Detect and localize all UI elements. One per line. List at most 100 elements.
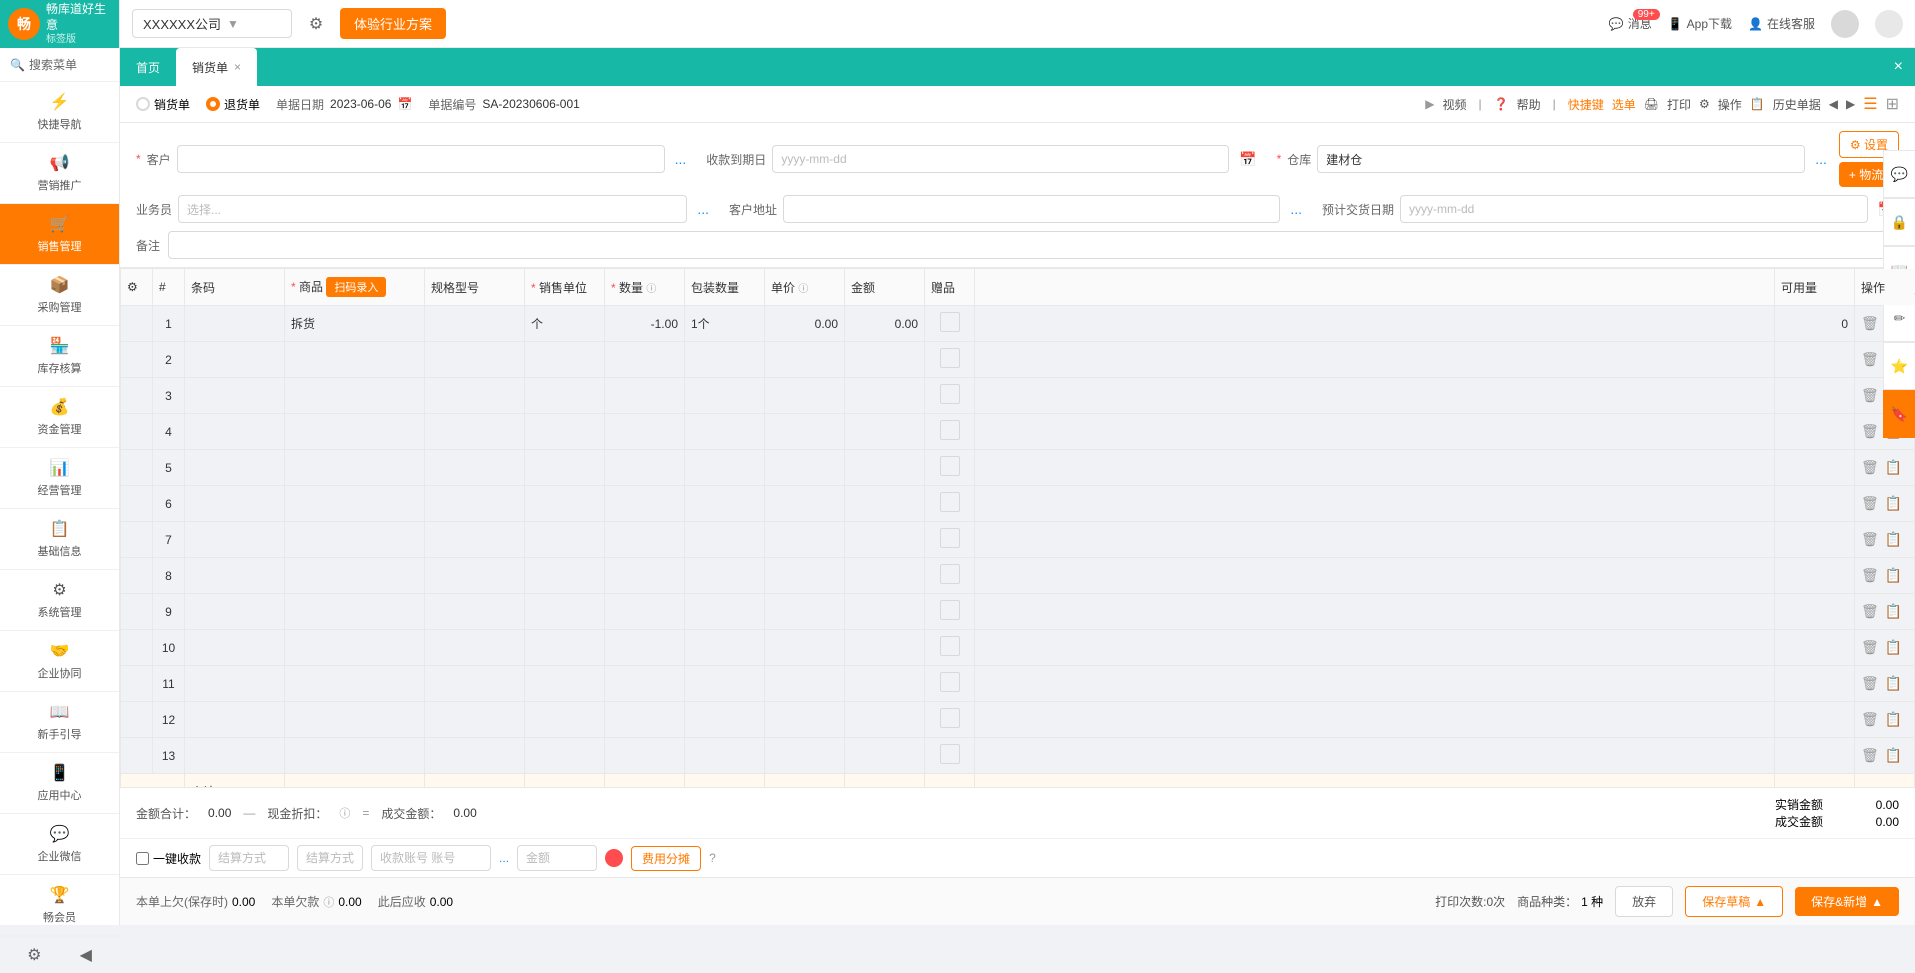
row-barcode-6[interactable] <box>185 522 285 558</box>
row-pkg-qty-9[interactable] <box>685 630 765 666</box>
salesperson-input[interactable]: 选择... <box>178 195 687 223</box>
row-product-1[interactable] <box>285 342 425 378</box>
row-barcode-10[interactable] <box>185 666 285 702</box>
salesperson-dots[interactable]: ... <box>693 201 713 217</box>
row-product-7[interactable] <box>285 558 425 594</box>
row-product-8[interactable] <box>285 594 425 630</box>
row-pkg-qty-7[interactable] <box>685 558 765 594</box>
row-spec-5[interactable] <box>425 486 525 522</box>
row-gift-11[interactable] <box>925 702 975 738</box>
gift-checkbox-11[interactable] <box>940 708 960 728</box>
row-barcode-3[interactable] <box>185 414 285 450</box>
row-gift-10[interactable] <box>925 666 975 702</box>
one-click-checkbox[interactable] <box>136 852 149 865</box>
row-barcode-7[interactable] <box>185 558 285 594</box>
payment-date-input[interactable]: yyyy-mm-dd <box>772 145 1229 173</box>
row-barcode-1[interactable] <box>185 342 285 378</box>
payment-date-calendar-icon[interactable]: 📅 <box>1235 151 1260 168</box>
gift-checkbox-8[interactable] <box>940 600 960 620</box>
sidebar-item-collab[interactable]: 🤝企业协同 <box>0 631 119 692</box>
prev-icon[interactable]: ◀ <box>1829 97 1838 111</box>
gift-checkbox-6[interactable] <box>940 528 960 548</box>
row-price-7[interactable] <box>765 558 845 594</box>
float-btn-5[interactable]: ⭐ <box>1883 342 1915 390</box>
copy-icon-11[interactable]: 📋 <box>1885 711 1902 728</box>
float-btn-1[interactable]: 💬 <box>1883 150 1915 198</box>
row-qty-8[interactable] <box>605 594 685 630</box>
sidebar-item-system[interactable]: ⚙系统管理 <box>0 570 119 631</box>
row-gift-0[interactable] <box>925 306 975 342</box>
app-download-button[interactable]: 📱 App下载 <box>1668 15 1732 32</box>
collapse-icon[interactable]: ◀ <box>80 945 92 965</box>
row-unit-12[interactable] <box>525 738 605 774</box>
sidebar-item-wechat[interactable]: 💬企业微信 <box>0 814 119 875</box>
row-unit-10[interactable] <box>525 666 605 702</box>
float-btn-2[interactable]: 🔒 <box>1883 198 1915 246</box>
row-barcode-12[interactable] <box>185 738 285 774</box>
sidebar-item-sales[interactable]: 🛒销售管理 <box>0 204 119 265</box>
delete-icon-11[interactable]: 🗑 <box>1861 711 1879 728</box>
delete-icon-10[interactable]: 🗑 <box>1861 675 1879 692</box>
avatar[interactable] <box>1831 10 1859 38</box>
gift-checkbox-0[interactable] <box>940 312 960 332</box>
row-product-2[interactable] <box>285 378 425 414</box>
row-spec-2[interactable] <box>425 378 525 414</box>
shortcut-btn[interactable]: 快捷键 <box>1568 96 1604 113</box>
row-price-6[interactable] <box>765 522 845 558</box>
row-barcode-8[interactable] <box>185 594 285 630</box>
row-price-12[interactable] <box>765 738 845 774</box>
payment-method-select[interactable]: 结算方式 <box>209 845 289 871</box>
row-qty-11[interactable] <box>605 702 685 738</box>
row-qty-6[interactable] <box>605 522 685 558</box>
row-spec-1[interactable] <box>425 342 525 378</box>
history-btn[interactable]: 历史单据 <box>1773 96 1821 113</box>
row-pkg-qty-0[interactable]: 1个 <box>685 306 765 342</box>
row-pkg-qty-10[interactable] <box>685 666 765 702</box>
tab-close-right[interactable]: × <box>1882 58 1915 76</box>
row-unit-0[interactable]: 个 <box>525 306 605 342</box>
row-gift-8[interactable] <box>925 594 975 630</box>
row-barcode-2[interactable] <box>185 378 285 414</box>
row-spec-8[interactable] <box>425 594 525 630</box>
row-product-6[interactable] <box>285 522 425 558</box>
sidebar-search[interactable]: 🔍 搜索菜单 <box>0 48 119 82</box>
row-price-2[interactable] <box>765 378 845 414</box>
row-unit-11[interactable] <box>525 702 605 738</box>
help-btn[interactable]: 帮助 <box>1517 96 1541 113</box>
row-barcode-9[interactable] <box>185 630 285 666</box>
row-amount-0[interactable]: 0.00 <box>845 306 925 342</box>
row-gift-2[interactable] <box>925 378 975 414</box>
row-gift-5[interactable] <box>925 486 975 522</box>
row-gift-12[interactable] <box>925 738 975 774</box>
row-product-12[interactable] <box>285 738 425 774</box>
row-qty-1[interactable] <box>605 342 685 378</box>
row-amount-6[interactable] <box>845 522 925 558</box>
row-gift-9[interactable] <box>925 630 975 666</box>
sales-order-radio[interactable]: 销货单 <box>136 96 190 113</box>
delete-icon-2[interactable]: 🗑 <box>1861 387 1879 404</box>
delete-icon-1[interactable]: 🗑 <box>1861 351 1879 368</box>
row-pkg-qty-6[interactable] <box>685 522 765 558</box>
select-btn[interactable]: 选单 <box>1612 96 1636 113</box>
row-amount-11[interactable] <box>845 702 925 738</box>
row-product-4[interactable] <box>285 450 425 486</box>
delete-icon-12[interactable]: 🗑 <box>1861 747 1879 764</box>
row-spec-4[interactable] <box>425 450 525 486</box>
row-unit-4[interactable] <box>525 450 605 486</box>
row-spec-6[interactable] <box>425 522 525 558</box>
row-pkg-qty-1[interactable] <box>685 342 765 378</box>
trial-button[interactable]: 体验行业方案 <box>340 8 446 39</box>
remark-input[interactable] <box>168 231 1899 259</box>
row-unit-8[interactable] <box>525 594 605 630</box>
sidebar-item-purchase[interactable]: 📦采购管理 <box>0 265 119 326</box>
row-gift-3[interactable] <box>925 414 975 450</box>
row-unit-3[interactable] <box>525 414 605 450</box>
row-gift-7[interactable] <box>925 558 975 594</box>
message-button[interactable]: 💬 消息 99+ <box>1609 15 1652 32</box>
gift-checkbox-5[interactable] <box>940 492 960 512</box>
gift-checkbox-9[interactable] <box>940 636 960 656</box>
window-close-icon[interactable]: × <box>1882 58 1915 75</box>
return-order-radio[interactable]: 退货单 <box>206 96 260 113</box>
delete-icon-3[interactable]: 🗑 <box>1861 423 1879 440</box>
customer-address-input[interactable] <box>783 195 1280 223</box>
